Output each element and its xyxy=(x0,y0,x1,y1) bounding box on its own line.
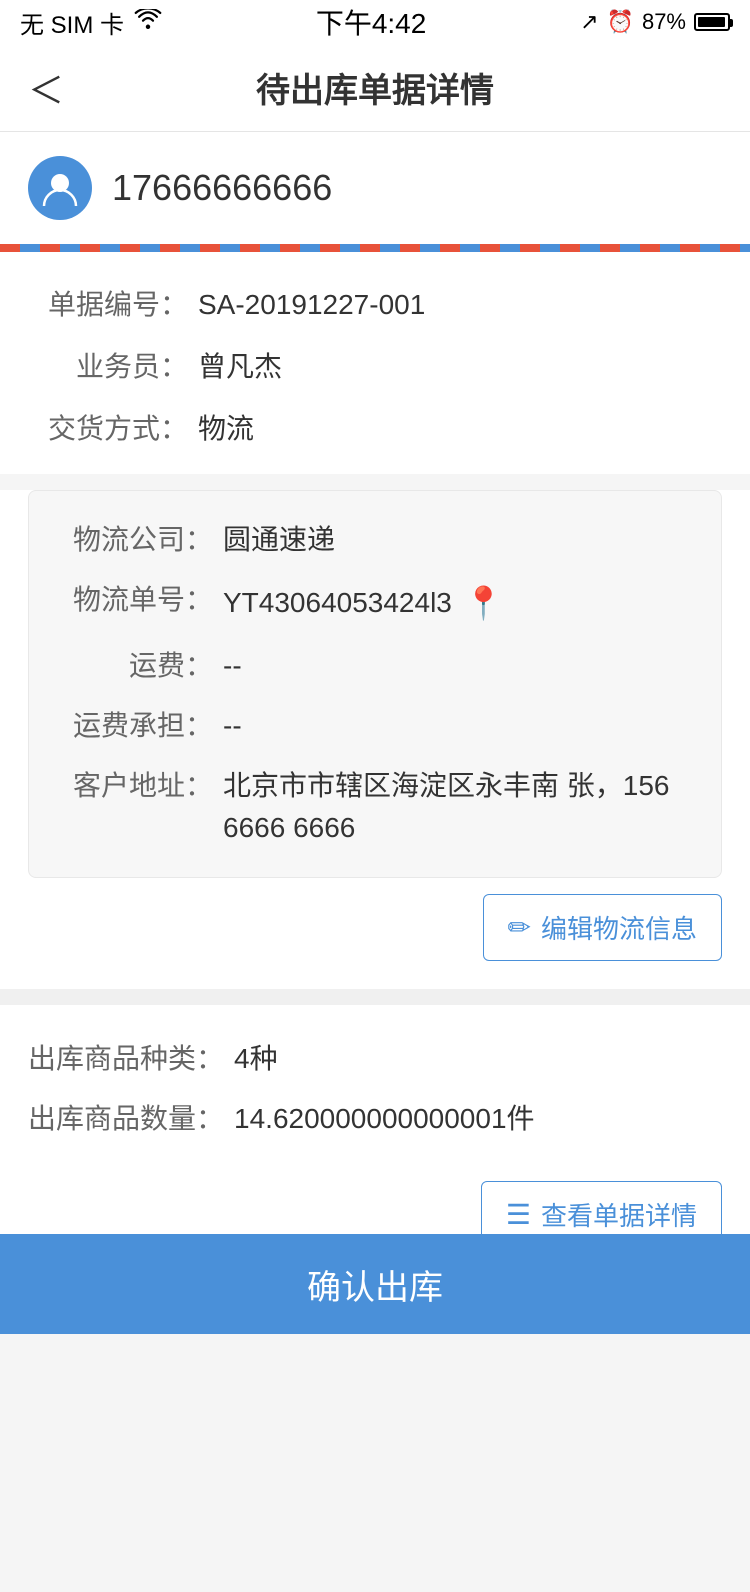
order-no-row: 单据编号： SA-20191227-001 xyxy=(28,284,722,326)
freight-bear-row: 运费承担： -- xyxy=(53,705,697,747)
location-icon: ↗ xyxy=(580,9,598,35)
list-icon: ☰ xyxy=(506,1198,531,1231)
alarm-icon: ⏰ xyxy=(607,9,634,35)
delivery-row: 交货方式： 物流 xyxy=(28,408,722,450)
customer-phone: 17666666666 xyxy=(112,167,332,209)
freight-bear-value: -- xyxy=(213,705,697,747)
edit-btn-row: ✏ 编辑物流信息 xyxy=(0,894,750,981)
logistics-company-value: 圆通速递 xyxy=(213,519,697,561)
carrier-text: 无 SIM 卡 xyxy=(20,5,124,40)
content: 17666666666 单据编号： SA-20191227-001 业务员： 曾… xyxy=(0,132,750,1592)
goods-quantity-value: 14.620000000000001件 xyxy=(224,1097,535,1137)
battery-text: 87% xyxy=(642,9,686,35)
goods-types-value: 4种 xyxy=(224,1037,278,1077)
status-bar-left: 无 SIM 卡 xyxy=(20,5,162,40)
goods-types-row: 出库商品种类： 4种 xyxy=(28,1037,722,1077)
edit-btn-label: 编辑物流信息 xyxy=(541,909,697,946)
view-detail-btn-label: 查看单据详情 xyxy=(541,1196,697,1233)
freight-bear-label: 运费承担： xyxy=(53,705,213,747)
status-bar-right: ↗ ⏰ 87% xyxy=(580,9,730,35)
address-label: 客户地址： xyxy=(53,765,213,807)
order-no-label: 单据编号： xyxy=(28,284,188,326)
avatar xyxy=(28,156,92,220)
status-bar: 无 SIM 卡 下午4:42 ↗ ⏰ 87% xyxy=(0,0,750,44)
order-no-value: SA-20191227-001 xyxy=(188,284,722,326)
freight-label: 运费： xyxy=(53,645,213,687)
nav-bar: ＜ 待出库单据详情 xyxy=(0,44,750,132)
edit-icon: ✏ xyxy=(508,911,531,944)
logistics-company-label: 物流公司： xyxy=(53,519,213,561)
confirm-button[interactable]: 确认出库 xyxy=(0,1234,750,1334)
tracking-label: 物流单号： xyxy=(53,579,213,621)
salesman-value: 曾凡杰 xyxy=(188,346,722,388)
salesman-row: 业务员： 曾凡杰 xyxy=(28,346,722,388)
goods-section: 出库商品种类： 4种 出库商品数量： 14.620000000000001件 xyxy=(0,1005,750,1161)
freight-value: -- xyxy=(213,645,697,687)
battery-icon xyxy=(694,13,730,31)
back-button[interactable]: ＜ xyxy=(28,62,64,114)
location-pin-icon[interactable]: 📍 xyxy=(464,579,504,627)
logistics-card: 物流公司： 圆通速递 物流单号： YT43064053424l3 📍 运费： -… xyxy=(28,490,722,878)
tracking-value: YT43064053424l3 📍 xyxy=(213,579,697,627)
section-divider-1 xyxy=(0,989,750,1005)
goods-quantity-label: 出库商品数量： xyxy=(28,1097,224,1137)
dashed-divider xyxy=(0,244,750,252)
delivery-label: 交货方式： xyxy=(28,408,188,450)
goods-types-label: 出库商品种类： xyxy=(28,1037,224,1077)
goods-quantity-row: 出库商品数量： 14.620000000000001件 xyxy=(28,1097,722,1137)
logistics-company-row: 物流公司： 圆通速递 xyxy=(53,519,697,561)
order-info-section: 单据编号： SA-20191227-001 业务员： 曾凡杰 交货方式： 物流 xyxy=(0,252,750,474)
tracking-row: 物流单号： YT43064053424l3 📍 xyxy=(53,579,697,627)
confirm-btn-label: 确认出库 xyxy=(307,1260,443,1309)
delivery-value: 物流 xyxy=(188,408,722,450)
address-row: 客户地址： 北京市市辖区海淀区永丰南 张，156 6666 6666 xyxy=(53,765,697,849)
edit-logistics-button[interactable]: ✏ 编辑物流信息 xyxy=(483,894,722,961)
wifi-icon xyxy=(134,8,162,36)
freight-row: 运费： -- xyxy=(53,645,697,687)
salesman-label: 业务员： xyxy=(28,346,188,388)
page-title: 待出库单据详情 xyxy=(256,63,494,112)
address-value: 北京市市辖区海淀区永丰南 张，156 6666 6666 xyxy=(213,765,697,849)
time-text: 下午4:42 xyxy=(316,2,427,42)
customer-card: 17666666666 xyxy=(0,132,750,244)
